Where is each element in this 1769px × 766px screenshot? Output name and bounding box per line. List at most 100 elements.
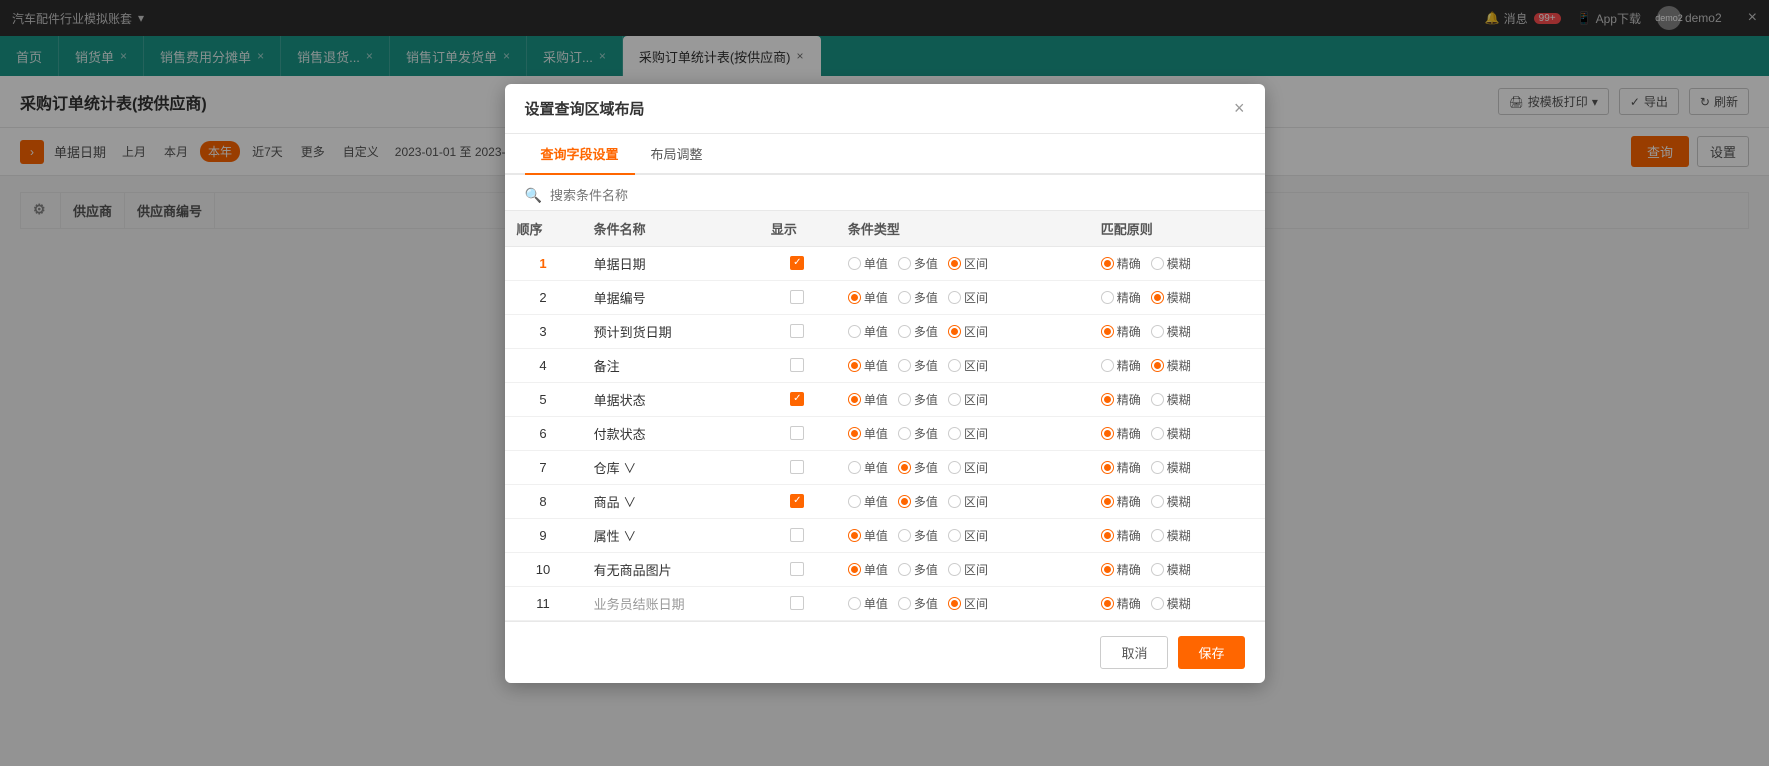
type-radio-2-多值[interactable]: 多值 [898, 289, 938, 306]
type-radio-2-区间[interactable]: 区间 [948, 289, 988, 306]
save-button[interactable]: 保存 [1178, 636, 1244, 669]
display-checkbox-9[interactable] [790, 528, 804, 542]
row-display-3[interactable] [759, 314, 836, 348]
row-match-11: 精确模糊 [1089, 586, 1265, 620]
radio-circle [1151, 291, 1164, 304]
display-checkbox-11[interactable] [790, 596, 804, 610]
type-radio-10-单值[interactable]: 单值 [848, 561, 888, 578]
type-radio-6-多值[interactable]: 多值 [898, 425, 938, 442]
modal-close-button[interactable]: × [1234, 99, 1245, 117]
type-radio-1-单值[interactable]: 单值 [848, 255, 888, 272]
match-radio-10-精确[interactable]: 精确 [1101, 561, 1141, 578]
type-radio-3-多值[interactable]: 多值 [898, 323, 938, 340]
table-row: 8商品 ∨单值多值区间精确模糊 [505, 484, 1265, 518]
display-checkbox-2[interactable] [790, 290, 804, 304]
type-radio-6-单值[interactable]: 单值 [848, 425, 888, 442]
type-radio-1-区间[interactable]: 区间 [948, 255, 988, 272]
row-type-3: 单值多值区间 [836, 314, 1089, 348]
match-radio-5-精确[interactable]: 精确 [1101, 391, 1141, 408]
type-radio-8-多值[interactable]: 多值 [898, 493, 938, 510]
display-checkbox-1[interactable] [790, 256, 804, 270]
type-radio-3-单值[interactable]: 单值 [848, 323, 888, 340]
display-checkbox-10[interactable] [790, 562, 804, 576]
type-radio-10-区间[interactable]: 区间 [948, 561, 988, 578]
radio-circle [1101, 597, 1114, 610]
display-checkbox-4[interactable] [790, 358, 804, 372]
match-radio-8-精确[interactable]: 精确 [1101, 493, 1141, 510]
row-display-5[interactable] [759, 382, 836, 416]
match-radio-3-精确[interactable]: 精确 [1101, 323, 1141, 340]
type-radio-7-多值[interactable]: 多值 [898, 459, 938, 476]
radio-circle [948, 495, 961, 508]
match-radio-9-精确[interactable]: 精确 [1101, 527, 1141, 544]
type-radio-10-多值[interactable]: 多值 [898, 561, 938, 578]
radio-circle [898, 495, 911, 508]
match-radio-1-精确[interactable]: 精确 [1101, 255, 1141, 272]
match-radio-4-精确[interactable]: 精确 [1101, 357, 1141, 374]
display-checkbox-3[interactable] [790, 324, 804, 338]
display-checkbox-7[interactable] [790, 460, 804, 474]
row-type-10: 单值多值区间 [836, 552, 1089, 586]
match-radio-11-模糊[interactable]: 模糊 [1151, 595, 1191, 612]
row-name-2: 单据编号 [582, 280, 759, 314]
row-display-1[interactable] [759, 246, 836, 280]
type-radio-9-多值[interactable]: 多值 [898, 527, 938, 544]
radio-circle [1101, 529, 1114, 542]
type-radio-2-单值[interactable]: 单值 [848, 289, 888, 306]
type-radio-1-多值[interactable]: 多值 [898, 255, 938, 272]
type-radio-4-单值[interactable]: 单值 [848, 357, 888, 374]
radio-circle [1101, 393, 1114, 406]
type-radio-7-区间[interactable]: 区间 [948, 459, 988, 476]
match-radio-5-模糊[interactable]: 模糊 [1151, 391, 1191, 408]
type-radio-7-单值[interactable]: 单值 [848, 459, 888, 476]
type-radio-8-单值[interactable]: 单值 [848, 493, 888, 510]
radio-circle [1101, 495, 1114, 508]
modal-tab-query-fields[interactable]: 查询字段设置 [525, 134, 635, 175]
row-display-8[interactable] [759, 484, 836, 518]
type-radio-9-区间[interactable]: 区间 [948, 527, 988, 544]
row-type-7: 单值多值区间 [836, 450, 1089, 484]
type-radio-3-区间[interactable]: 区间 [948, 323, 988, 340]
match-radio-10-模糊[interactable]: 模糊 [1151, 561, 1191, 578]
type-radio-6-区间[interactable]: 区间 [948, 425, 988, 442]
match-radio-6-精确[interactable]: 精确 [1101, 425, 1141, 442]
match-radio-7-精确[interactable]: 精确 [1101, 459, 1141, 476]
match-radio-9-模糊[interactable]: 模糊 [1151, 527, 1191, 544]
row-display-6[interactable] [759, 416, 836, 450]
display-checkbox-6[interactable] [790, 426, 804, 440]
row-name-5: 单据状态 [582, 382, 759, 416]
type-radio-5-单值[interactable]: 单值 [848, 391, 888, 408]
match-radio-8-模糊[interactable]: 模糊 [1151, 493, 1191, 510]
type-radio-11-单值[interactable]: 单值 [848, 595, 888, 612]
type-radio-8-区间[interactable]: 区间 [948, 493, 988, 510]
row-display-10[interactable] [759, 552, 836, 586]
match-radio-1-模糊[interactable]: 模糊 [1151, 255, 1191, 272]
type-radio-5-区间[interactable]: 区间 [948, 391, 988, 408]
row-order-11: 11 [505, 586, 582, 620]
type-radio-11-多值[interactable]: 多值 [898, 595, 938, 612]
display-checkbox-5[interactable] [790, 392, 804, 406]
cancel-button[interactable]: 取消 [1100, 636, 1168, 669]
match-radio-11-精确[interactable]: 精确 [1101, 595, 1141, 612]
row-name-1: 单据日期 [582, 246, 759, 280]
type-radio-11-区间[interactable]: 区间 [948, 595, 988, 612]
row-display-11[interactable] [759, 586, 836, 620]
type-radio-4-区间[interactable]: 区间 [948, 357, 988, 374]
match-radio-3-模糊[interactable]: 模糊 [1151, 323, 1191, 340]
search-input[interactable] [550, 188, 1245, 203]
match-radio-6-模糊[interactable]: 模糊 [1151, 425, 1191, 442]
type-radio-5-多值[interactable]: 多值 [898, 391, 938, 408]
type-radio-4-多值[interactable]: 多值 [898, 357, 938, 374]
row-display-7[interactable] [759, 450, 836, 484]
modal-tab-layout-adjust[interactable]: 布局调整 [635, 134, 719, 175]
match-radio-2-精确[interactable]: 精确 [1101, 289, 1141, 306]
row-display-2[interactable] [759, 280, 836, 314]
match-radio-4-模糊[interactable]: 模糊 [1151, 357, 1191, 374]
row-display-4[interactable] [759, 348, 836, 382]
modal-search-bar: 🔍 [505, 175, 1265, 211]
type-radio-9-单值[interactable]: 单值 [848, 527, 888, 544]
match-radio-2-模糊[interactable]: 模糊 [1151, 289, 1191, 306]
match-radio-7-模糊[interactable]: 模糊 [1151, 459, 1191, 476]
display-checkbox-8[interactable] [790, 494, 804, 508]
row-display-9[interactable] [759, 518, 836, 552]
